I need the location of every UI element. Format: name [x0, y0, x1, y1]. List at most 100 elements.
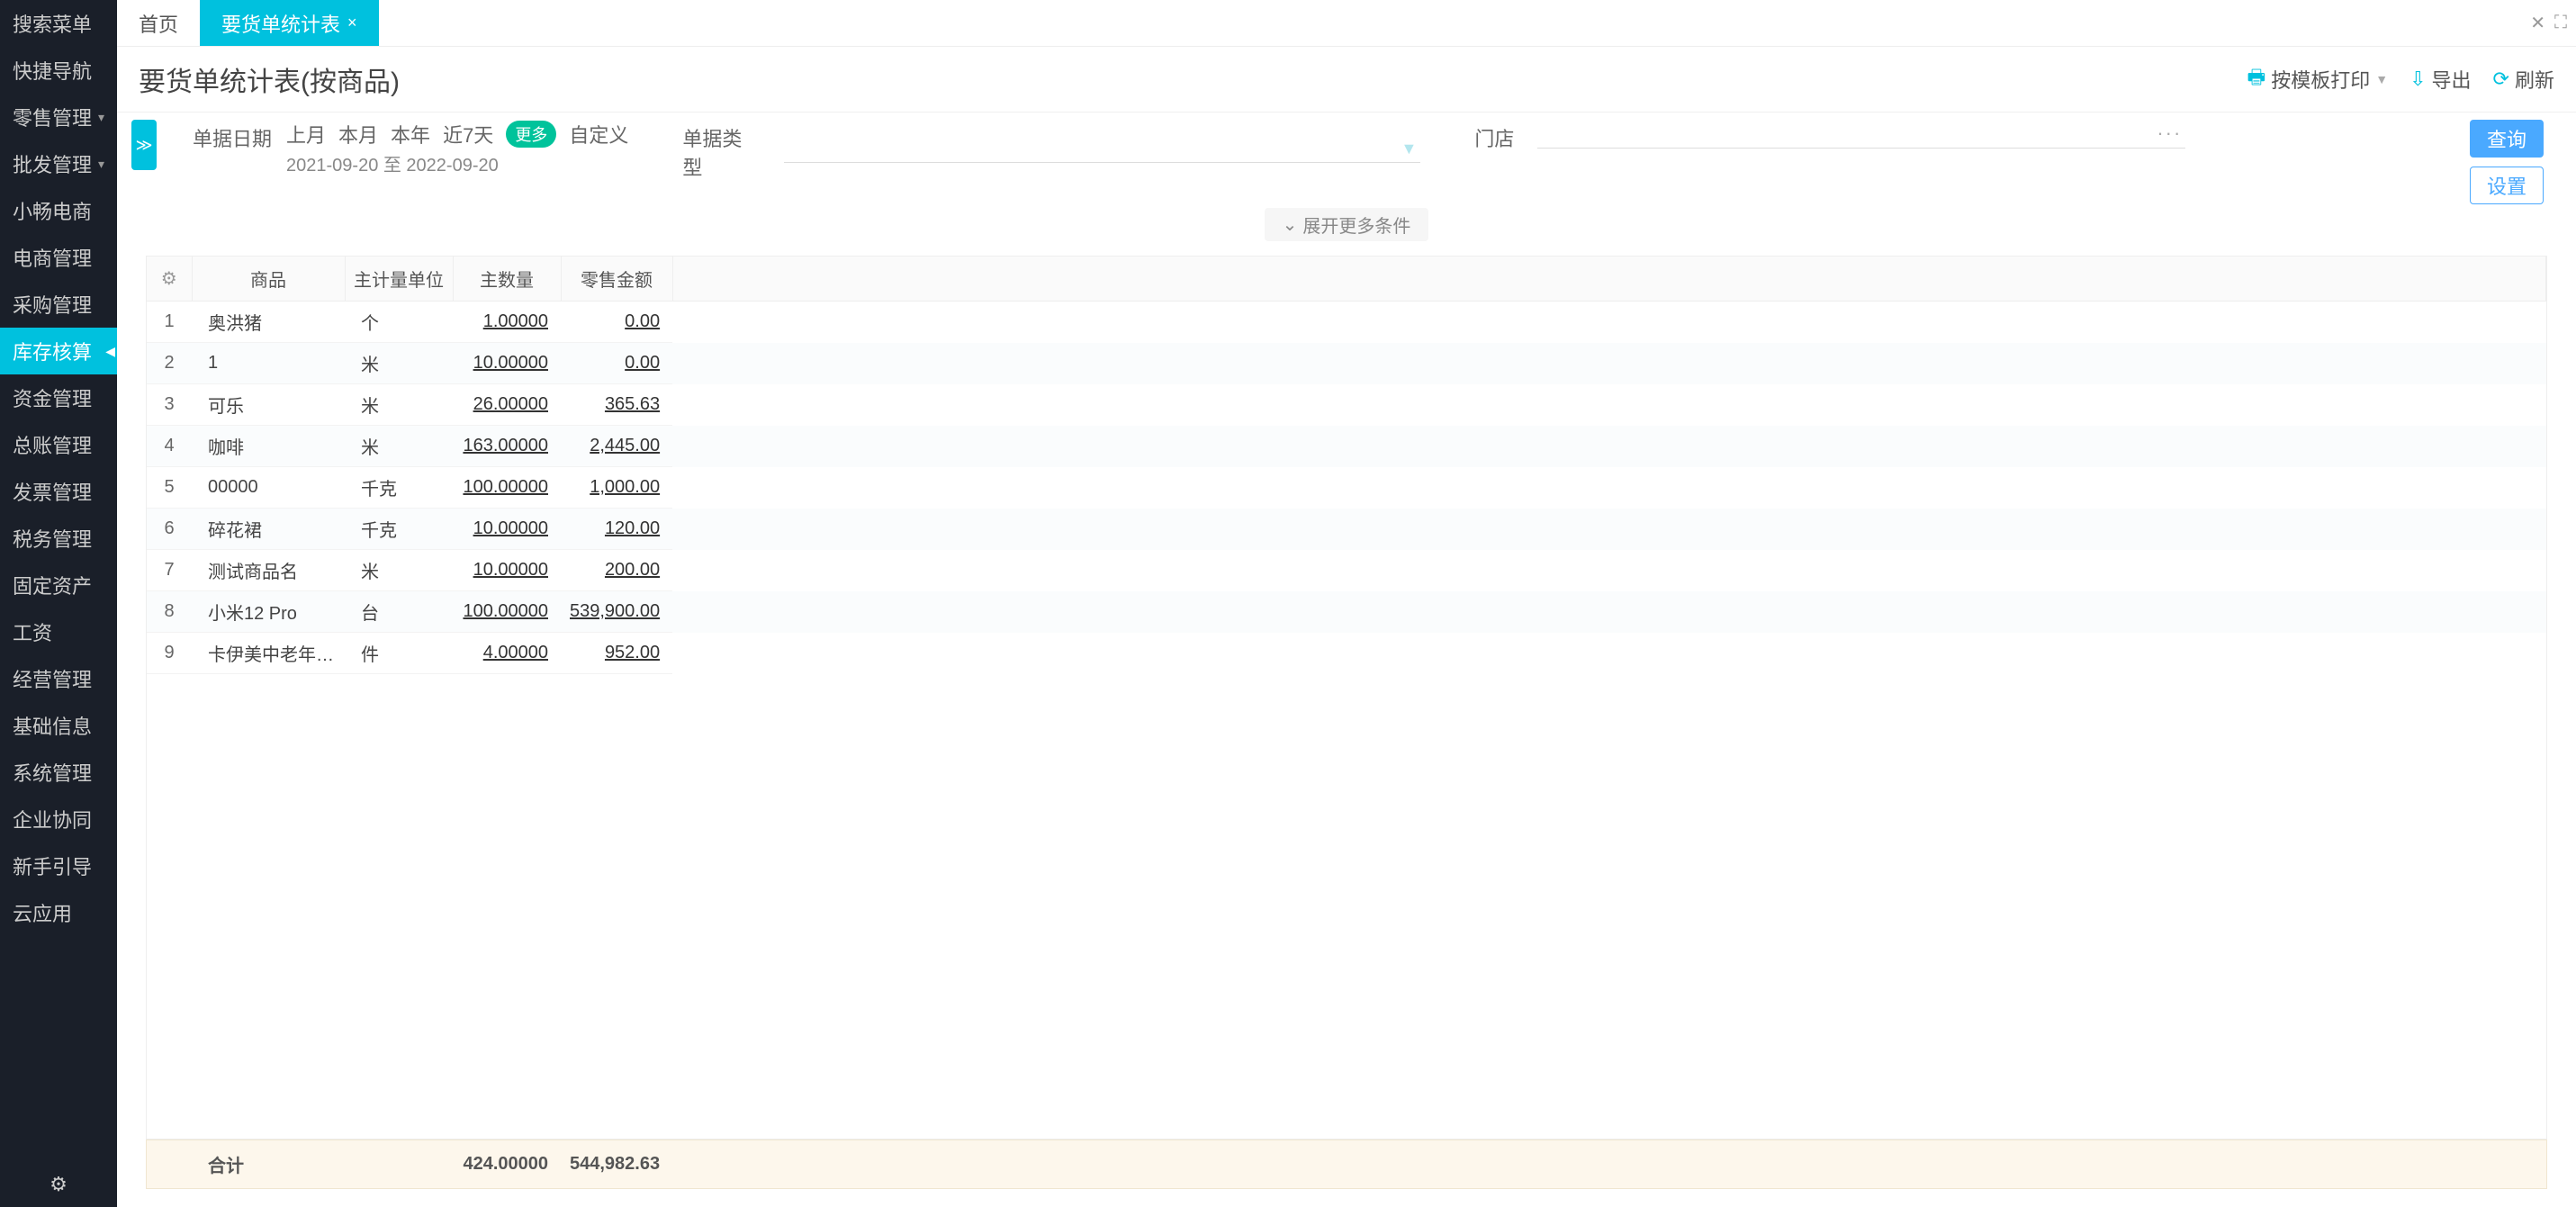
date-last-month[interactable]: 上月: [286, 120, 326, 149]
cell-qty[interactable]: 26.00000: [453, 384, 561, 426]
settings-button[interactable]: 设置: [2470, 167, 2544, 204]
cell-qty[interactable]: 10.00000: [453, 550, 561, 591]
sidebar-item-2[interactable]: 零售管理▾: [0, 94, 117, 140]
cell-qty[interactable]: 100.00000: [453, 591, 561, 633]
cell-qty[interactable]: 163.00000: [453, 426, 561, 467]
cell-qty[interactable]: 10.00000: [453, 343, 561, 384]
search-button-label: 查询: [2487, 129, 2526, 151]
sidebar-item-label: 搜索菜单: [13, 9, 92, 38]
sidebar-item-19[interactable]: 云应用: [0, 889, 117, 936]
date-more-badge[interactable]: 更多: [506, 121, 556, 148]
sidebar-item-label: 采购管理: [13, 290, 92, 319]
sidebar-item-label: 固定资产: [13, 571, 92, 599]
sidebar-item-8[interactable]: 资金管理: [0, 374, 117, 421]
sidebar-item-9[interactable]: 总账管理: [0, 421, 117, 468]
table-row[interactable]: 9卡伊美中老年女装妈妈...件4.00000952.00: [147, 633, 2546, 674]
header-unit[interactable]: 主计量单位: [345, 257, 453, 302]
sidebar: 搜索菜单快捷导航零售管理▾批发管理▾小畅电商电商管理采购管理库存核算资金管理总账…: [0, 0, 117, 1207]
sidebar-item-13[interactable]: 工资: [0, 608, 117, 655]
table-row[interactable]: 21米10.000000.00: [147, 343, 2546, 384]
export-button[interactable]: ⇩ 导出: [2409, 65, 2471, 94]
sidebar-item-15[interactable]: 基础信息: [0, 702, 117, 749]
cell-index: 5: [147, 467, 192, 509]
cell-qty[interactable]: 10.00000: [453, 509, 561, 550]
sidebar-item-11[interactable]: 税务管理: [0, 515, 117, 562]
refresh-label: 刷新: [2515, 65, 2554, 94]
date-this-year[interactable]: 本年: [391, 120, 430, 149]
table-row[interactable]: 3可乐米26.00000365.63: [147, 384, 2546, 426]
sidebar-item-6[interactable]: 采购管理: [0, 281, 117, 328]
data-table: ⚙ 商品 主计量单位 主数量 零售金额 1奥洪猪个1.000000.0021米1…: [146, 256, 2547, 1139]
sidebar-item-14[interactable]: 经营管理: [0, 655, 117, 702]
cell-amount[interactable]: 1,000.00: [561, 467, 672, 509]
tab-bar: 首页 要货单统计表 × ✕ ⛶: [117, 0, 2576, 47]
search-button[interactable]: 查询: [2470, 120, 2544, 158]
sidebar-item-16[interactable]: 系统管理: [0, 749, 117, 796]
cell-product: 奥洪猪: [192, 302, 345, 343]
cell-index: 8: [147, 591, 192, 633]
sidebar-item-10[interactable]: 发票管理: [0, 468, 117, 515]
table-row[interactable]: 1奥洪猪个1.000000.00: [147, 302, 2546, 343]
cell-qty[interactable]: 4.00000: [453, 633, 561, 674]
sidebar-item-4[interactable]: 小畅电商: [0, 187, 117, 234]
print-button[interactable]: 🖶 按模板打印 ▼: [2247, 62, 2388, 96]
sidebar-item-3[interactable]: 批发管理▾: [0, 140, 117, 187]
cell-amount[interactable]: 2,445.00: [561, 426, 672, 467]
collapse-filter-button[interactable]: ≫: [131, 120, 157, 170]
cell-amount[interactable]: 539,900.00: [561, 591, 672, 633]
sidebar-item-1[interactable]: 快捷导航: [0, 47, 117, 94]
cell-amount[interactable]: 0.00: [561, 343, 672, 384]
filter-date-label: 单据日期: [193, 120, 272, 152]
date-this-month[interactable]: 本月: [338, 120, 378, 149]
sidebar-item-18[interactable]: 新手引导: [0, 842, 117, 889]
table-row[interactable]: 8小米12 Pro台100.00000539,900.00: [147, 591, 2546, 633]
page-title: 要货单统计表(按商品): [139, 59, 400, 99]
date-custom[interactable]: 自定义: [569, 120, 628, 149]
filter-bar: ≫ 单据日期 上月 本月 本年 近7天 更多 自定义 2021-09-20 至 …: [117, 113, 2576, 250]
cell-amount[interactable]: 952.00: [561, 633, 672, 674]
date-last7[interactable]: 近7天: [443, 120, 493, 149]
sidebar-item-label: 税务管理: [13, 524, 92, 553]
cell-amount[interactable]: 0.00: [561, 302, 672, 343]
header-amount[interactable]: 零售金额: [561, 257, 672, 302]
header-gear[interactable]: ⚙: [147, 257, 192, 302]
total-amount: 544,982.63: [561, 1140, 672, 1188]
cell-amount[interactable]: 365.63: [561, 384, 672, 426]
sidebar-item-7[interactable]: 库存核算: [0, 328, 117, 374]
sidebar-item-label: 基础信息: [13, 711, 92, 740]
cell-qty[interactable]: 100.00000: [453, 467, 561, 509]
cell-fill: [672, 384, 2545, 426]
tab-home[interactable]: 首页: [117, 0, 200, 46]
cell-amount[interactable]: 120.00: [561, 509, 672, 550]
cell-index: 3: [147, 384, 192, 426]
tab-report[interactable]: 要货单统计表 ×: [200, 0, 379, 46]
sidebar-settings[interactable]: ⚙: [0, 1162, 117, 1207]
chevron-down-icon: ▼: [1401, 140, 1418, 158]
cell-index: 4: [147, 426, 192, 467]
sidebar-item-0[interactable]: 搜索菜单: [0, 0, 117, 47]
sidebar-item-12[interactable]: 固定资产: [0, 562, 117, 608]
cell-unit: 米: [345, 550, 453, 591]
close-icon[interactable]: ×: [347, 14, 357, 32]
table-row[interactable]: 500000千克100.000001,000.00: [147, 467, 2546, 509]
cell-unit: 米: [345, 426, 453, 467]
refresh-button[interactable]: ⟳ 刷新: [2493, 65, 2554, 94]
sidebar-item-17[interactable]: 企业协同: [0, 796, 117, 842]
table-row[interactable]: 6碎花裙千克10.00000120.00: [147, 509, 2546, 550]
sidebar-item-label: 企业协同: [13, 805, 92, 833]
header-product[interactable]: 商品: [192, 257, 345, 302]
filter-date: 单据日期 上月 本月 本年 近7天 更多 自定义 2021-09-20 至 20…: [193, 120, 628, 176]
filter-store-select[interactable]: ···: [1537, 123, 2185, 149]
table-row[interactable]: 4咖啡米163.000002,445.00: [147, 426, 2546, 467]
fullscreen-icon[interactable]: ⛶: [2554, 13, 2567, 33]
close-all-icon[interactable]: ✕: [2530, 12, 2545, 34]
table-row[interactable]: 7测试商品名米10.00000200.00: [147, 550, 2546, 591]
caret-down-icon: ▾: [98, 157, 104, 172]
cell-qty[interactable]: 1.00000: [453, 302, 561, 343]
cell-amount[interactable]: 200.00: [561, 550, 672, 591]
cell-product: 小米12 Pro: [192, 591, 345, 633]
expand-filters-button[interactable]: ⌄ 展开更多条件: [1265, 208, 1429, 241]
filter-type-select[interactable]: ▼: [784, 138, 1421, 163]
header-qty[interactable]: 主数量: [453, 257, 561, 302]
sidebar-item-5[interactable]: 电商管理: [0, 234, 117, 281]
